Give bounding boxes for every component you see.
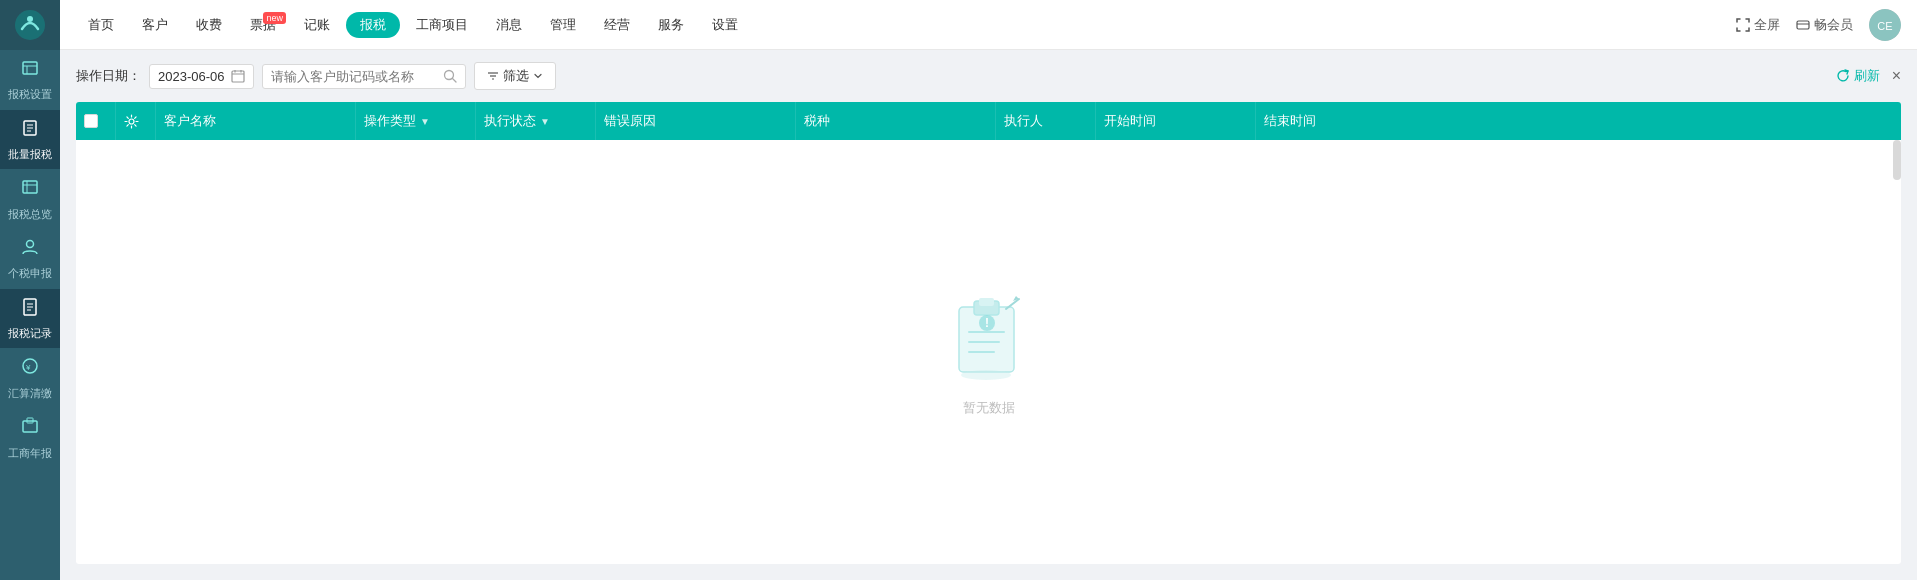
- empty-illustration: !: [944, 287, 1034, 387]
- nav-item-shoufei[interactable]: 收费: [184, 10, 234, 40]
- member-icon: [1796, 18, 1810, 32]
- empty-state: ! 暂无数据: [944, 287, 1034, 417]
- refresh-button[interactable]: 刷新: [1836, 67, 1880, 85]
- settings-icon: [124, 114, 139, 129]
- nav-item-shouye[interactable]: 首页: [76, 10, 126, 40]
- sidebar-item-piliang-baoshui[interactable]: 批量报税: [0, 110, 60, 170]
- piliang-baoshui-icon: [20, 118, 40, 144]
- sidebar-item-label: 报税设置: [8, 87, 52, 101]
- sidebar-item-label: 汇算清缴: [8, 386, 52, 400]
- th-checkbox[interactable]: [76, 102, 116, 140]
- filter-button[interactable]: 筛选: [474, 62, 556, 90]
- geshui-shenbao-icon: [20, 237, 40, 263]
- svg-point-1: [27, 16, 33, 22]
- sidebar-item-baoshui-shezhi[interactable]: 报税设置: [0, 50, 60, 110]
- svg-rect-9: [23, 181, 37, 193]
- nav-item-gongshang-xiangmu[interactable]: 工商项目: [404, 10, 480, 40]
- select-all-checkbox[interactable]: [84, 114, 98, 128]
- svg-rect-37: [979, 298, 994, 306]
- close-button[interactable]: ×: [1892, 67, 1901, 85]
- sidebar-item-baoshui-zonglam[interactable]: 报税总览: [0, 169, 60, 229]
- nav-item-shezhi[interactable]: 设置: [700, 10, 750, 40]
- nav-item-fuwu[interactable]: 服务: [646, 10, 696, 40]
- member-button[interactable]: 畅会员: [1796, 16, 1853, 34]
- svg-text:!: !: [985, 316, 989, 330]
- empty-text: 暂无数据: [963, 399, 1015, 417]
- date-label: 操作日期：: [76, 67, 141, 85]
- date-input[interactable]: 2023-06-06: [149, 64, 254, 89]
- topnav: 首页 客户 收费 票据 new 记账 报税 工商项目 消息 管理 经营 服务 设…: [60, 0, 1917, 50]
- sidebar-logo: [0, 0, 60, 50]
- th-jieshu-shijian: 结束时间: [1256, 102, 1376, 140]
- gongshang-nianbao-icon: [20, 416, 40, 442]
- topnav-right: 全屏 畅会员 CE: [1736, 9, 1901, 41]
- sidebar-item-label: 个税申报: [8, 266, 52, 280]
- sidebar-item-label: 报税总览: [8, 207, 52, 221]
- fullscreen-button[interactable]: 全屏: [1736, 16, 1780, 34]
- th-kehu-mingcheng: 客户名称: [156, 102, 356, 140]
- calendar-icon: [231, 69, 245, 83]
- svg-text:CE: CE: [1877, 19, 1892, 31]
- th-kaishi-shijian: 开始时间: [1096, 102, 1256, 140]
- sidebar-item-huisuan-jiaona[interactable]: ¥ 汇算清缴: [0, 348, 60, 408]
- nav-item-piaoju[interactable]: 票据 new: [238, 10, 288, 40]
- sidebar-item-baoshui-jilu[interactable]: 报税记录: [0, 289, 60, 349]
- svg-rect-25: [232, 71, 244, 82]
- vertical-scrollbar[interactable]: [1893, 140, 1901, 180]
- filter-label: 筛选: [503, 67, 529, 85]
- th-shuizhong: 税种: [796, 102, 996, 140]
- filter-icon: [487, 70, 499, 82]
- table-container: 客户名称 操作类型 ▼ 执行状态 ▼ 错误原因 税种: [76, 102, 1901, 564]
- nav-item-xiaoji[interactable]: 消息: [484, 10, 534, 40]
- th-zhixingren: 执行人: [996, 102, 1096, 140]
- topnav-items: 首页 客户 收费 票据 new 记账 报税 工商项目 消息 管理 经营 服务 设…: [76, 10, 1736, 40]
- nav-item-jizhang[interactable]: 记账: [292, 10, 342, 40]
- filter-sort-icon2: ▼: [540, 116, 550, 127]
- baoshui-jilu-icon: [20, 297, 40, 323]
- search-icon: [443, 69, 457, 83]
- toolbar-right: 刷新 ×: [1836, 67, 1901, 85]
- table-body: ! 暂无数据: [76, 140, 1901, 564]
- th-settings: [116, 102, 156, 140]
- sidebar-item-label: 工商年报: [8, 446, 52, 460]
- th-zhixing-zhuangtai[interactable]: 执行状态 ▼: [476, 102, 596, 140]
- nav-item-jingying[interactable]: 经营: [592, 10, 642, 40]
- th-cuowu-yuanyin: 错误原因: [596, 102, 796, 140]
- svg-point-0: [15, 10, 45, 40]
- nav-item-kehu[interactable]: 客户: [130, 10, 180, 40]
- date-value: 2023-06-06: [158, 69, 225, 84]
- svg-rect-21: [1797, 21, 1809, 29]
- table-header: 客户名称 操作类型 ▼ 执行状态 ▼ 错误原因 税种: [76, 102, 1901, 140]
- new-badge: new: [263, 12, 286, 25]
- nav-item-guanli[interactable]: 管理: [538, 10, 588, 40]
- svg-line-30: [452, 79, 456, 83]
- page-body: 操作日期： 2023-06-06: [60, 50, 1917, 580]
- baoshui-shezhi-icon: [20, 58, 40, 84]
- sidebar-item-geshui-shenbao[interactable]: 个税申报: [0, 229, 60, 289]
- filter-sort-icon: ▼: [420, 116, 430, 127]
- svg-point-45: [961, 370, 1011, 380]
- baoshui-zonglam-icon: [20, 177, 40, 203]
- chevron-down-icon: [533, 71, 543, 81]
- svg-point-12: [27, 241, 34, 248]
- page-content: 操作日期： 2023-06-06: [60, 50, 1917, 580]
- toolbar: 操作日期： 2023-06-06: [60, 50, 1917, 102]
- search-box[interactable]: [262, 64, 466, 89]
- svg-text:¥: ¥: [25, 363, 31, 372]
- svg-point-34: [129, 119, 134, 124]
- sidebar: 报税设置 批量报税 报税总览: [0, 0, 60, 580]
- main-content: 首页 客户 收费 票据 new 记账 报税 工商项目 消息 管理 经营 服务 设…: [60, 0, 1917, 580]
- sidebar-item-label: 批量报税: [8, 147, 52, 161]
- th-caozuo-leixing[interactable]: 操作类型 ▼: [356, 102, 476, 140]
- fullscreen-icon: [1736, 18, 1750, 32]
- avatar[interactable]: CE: [1869, 9, 1901, 41]
- refresh-icon: [1836, 69, 1850, 83]
- svg-rect-2: [23, 62, 37, 74]
- refresh-label: 刷新: [1854, 67, 1880, 85]
- sidebar-item-label: 报税记录: [8, 326, 52, 340]
- search-input[interactable]: [271, 69, 439, 84]
- sidebar-item-gongshang-nianbao[interactable]: 工商年报: [0, 408, 60, 468]
- nav-item-baoshui[interactable]: 报税: [346, 12, 400, 38]
- huisuan-jiaona-icon: ¥: [20, 356, 40, 382]
